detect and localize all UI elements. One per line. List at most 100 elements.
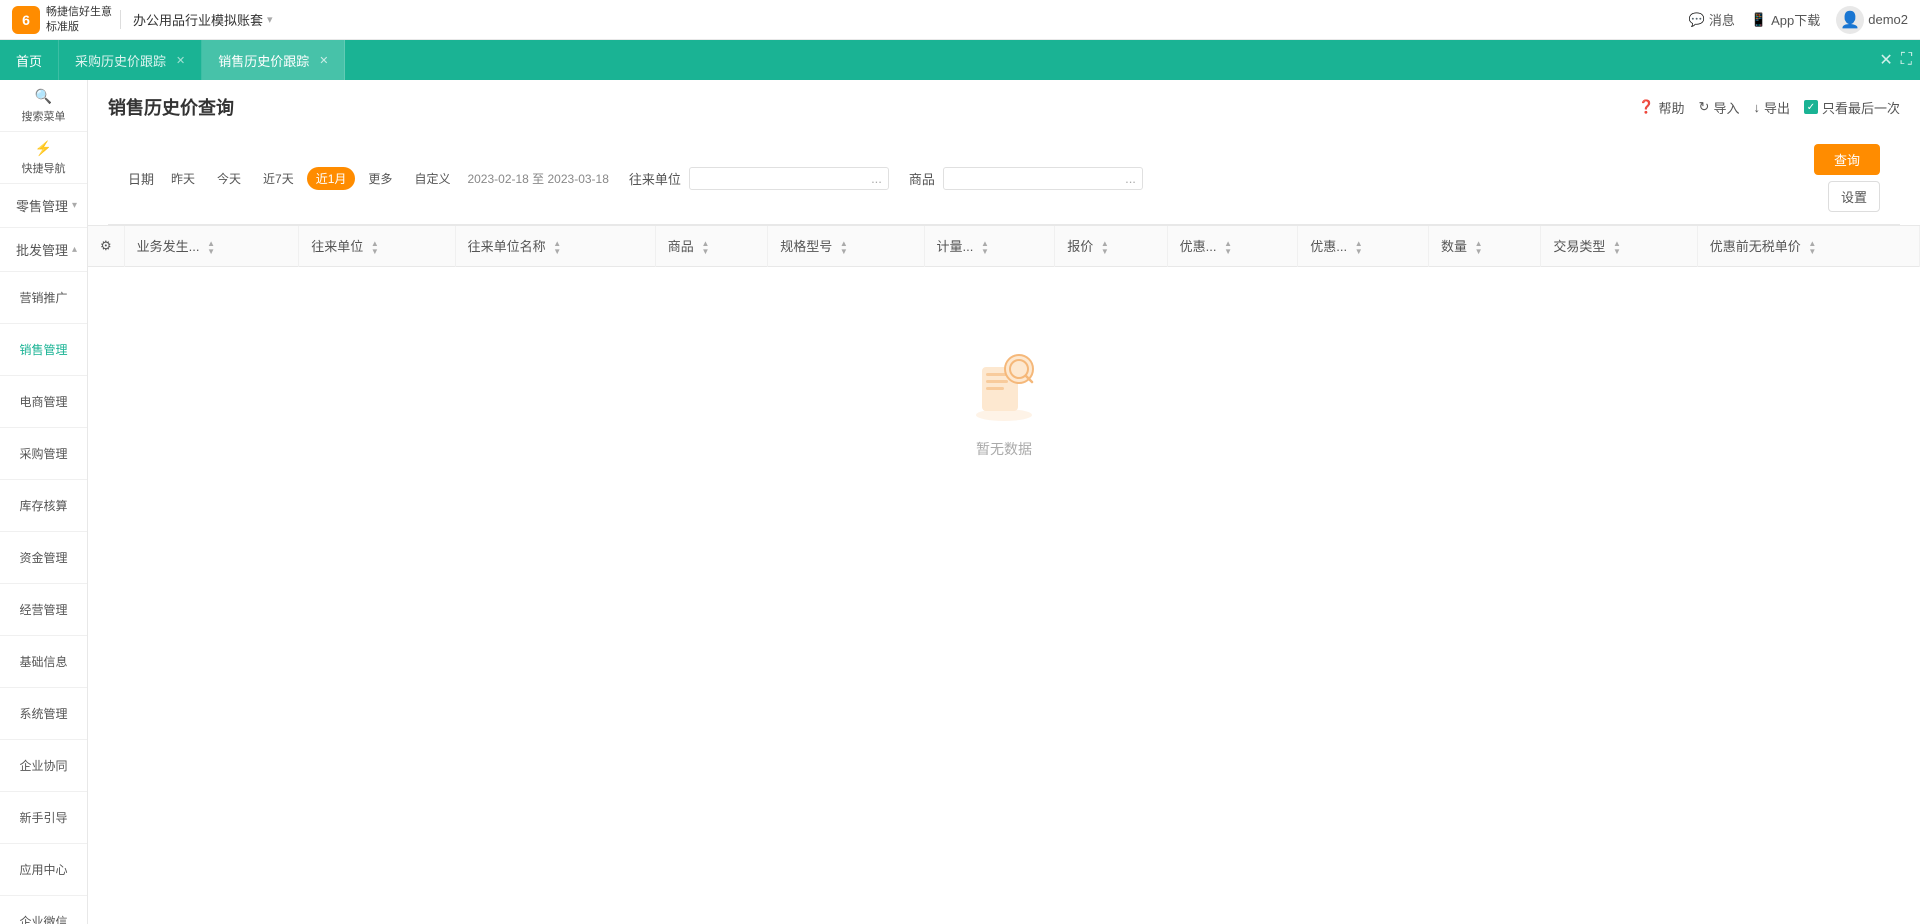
date-buttons: 昨天 今天 近7天 近1月 更多 自定义 (162, 167, 459, 190)
table-col-qty[interactable]: 数量 ▲▼ (1428, 226, 1540, 266)
table-col-gear[interactable]: ⚙ (88, 226, 124, 266)
sidebar-item-search-menu[interactable]: 🔍 搜索菜单 (0, 80, 87, 132)
export-button[interactable]: ↓ 导出 (1753, 98, 1790, 117)
date-filter-group: 日期 昨天 今天 近7天 近1月 更多 自定义 2023-02-18 至 202… (128, 167, 609, 190)
help-button[interactable]: ❓ 帮助 (1638, 98, 1684, 117)
sort-icon: ▲▼ (371, 240, 379, 256)
tabbar-actions: ✕ ⛶ (1871, 40, 1920, 80)
data-table: ⚙ 业务发生... ▲▼ 往来单位 ▲▼ 往来单位名称 ▲▼ (88, 226, 1920, 267)
table-col-discount1[interactable]: 优惠... ▲▼ (1167, 226, 1298, 266)
table-col-partner[interactable]: 往来单位 ▲▼ (299, 226, 455, 266)
query-button[interactable]: 查询 (1814, 144, 1880, 175)
sidebar-item-system[interactable]: 系统管理 (0, 688, 87, 740)
only-latest-checkbox[interactable]: ✓ 只看最后一次 (1804, 98, 1900, 117)
topbar: 6 畅捷信好生意 标准版 办公用品行业模拟账套 ▾ 💬 消息 📱 App下载 👤… (0, 0, 1920, 40)
tab-purchase-history-close[interactable]: ✕ (176, 54, 185, 67)
date-btn-more[interactable]: 更多 (359, 167, 401, 190)
table-col-quote[interactable]: 报价 ▲▼ (1055, 226, 1167, 266)
sidebar-item-base-info[interactable]: 基础信息 (0, 636, 87, 688)
page-actions: ❓ 帮助 ↻ 导入 ↓ 导出 ✓ 只看最后一次 (1638, 98, 1900, 117)
table-col-trade-type[interactable]: 交易类型 ▲▼ (1541, 226, 1697, 266)
table-col-unit[interactable]: 计量... ▲▼ (924, 226, 1055, 266)
fullscreen-button[interactable]: ⛶ (1901, 51, 1912, 69)
sidebar-item-inventory[interactable]: 库存核算 (0, 480, 87, 532)
sidebar: 🔍 搜索菜单 ⚡ 快捷导航 零售管理 ▾ 批发管理 ▴ 营销推广 销售管理 电商… (0, 80, 88, 924)
quick-nav-icon: ⚡ (35, 140, 52, 157)
sidebar-item-enterprise-wechat[interactable]: 企业微信 (0, 896, 87, 924)
table-col-discount2[interactable]: 优惠... ▲▼ (1298, 226, 1429, 266)
page-header: 销售历史价查询 ❓ 帮助 ↻ 导入 ↓ 导出 ✓ (88, 80, 1920, 226)
content-area: 销售历史价查询 ❓ 帮助 ↻ 导入 ↓ 导出 ✓ (88, 80, 1920, 924)
table-col-spec[interactable]: 规格型号 ▲▼ (768, 226, 924, 266)
sidebar-item-retail[interactable]: 零售管理 ▾ (0, 184, 87, 228)
sidebar-item-marketing[interactable]: 营销推广 (0, 272, 87, 324)
logo-icon: 6 (12, 6, 40, 34)
gear-icon: ⚙ (100, 238, 112, 253)
checkbox-icon: ✓ (1804, 100, 1818, 114)
sidebar-item-enterprise[interactable]: 企业协同 (0, 740, 87, 792)
date-btn-custom[interactable]: 自定义 (405, 167, 459, 190)
tabbar: 首页 采购历史价跟踪 ✕ 销售历史价跟踪 ✕ ✕ ⛶ (0, 40, 1920, 80)
empty-state: 暂无数据 (88, 267, 1920, 539)
chevron-up-icon: ▴ (72, 244, 77, 255)
table-col-goods[interactable]: 商品 ▲▼ (655, 226, 767, 266)
avatar: 👤 (1836, 6, 1864, 34)
sidebar-item-app-center[interactable]: 应用中心 (0, 844, 87, 896)
goods-filter-group: 商品 ... (909, 167, 1143, 190)
page-title: 销售历史价查询 (108, 94, 234, 120)
filter-bar: 日期 昨天 今天 近7天 近1月 更多 自定义 2023-02-18 至 202… (108, 134, 1900, 225)
date-btn-today[interactable]: 今天 (208, 167, 250, 190)
sort-icon: ▲▼ (1101, 240, 1109, 256)
message-button[interactable]: 💬 消息 (1689, 10, 1735, 29)
date-filter-label: 日期 (128, 169, 154, 188)
sidebar-item-sales[interactable]: 销售管理 (0, 324, 87, 376)
help-icon: ❓ (1638, 99, 1654, 115)
tab-sales-history[interactable]: 销售历史价跟踪 ✕ (202, 40, 345, 80)
action-buttons: 查询 设置 (1814, 144, 1880, 212)
table-header-row: ⚙ 业务发生... ▲▼ 往来单位 ▲▼ 往来单位名称 ▲▼ (88, 226, 1920, 266)
sort-icon: ▲▼ (840, 240, 848, 256)
table-col-pre-tax[interactable]: 优惠前无税单价 ▲▼ (1697, 226, 1919, 266)
table-col-biz-date[interactable]: 业务发生... ▲▼ (124, 226, 299, 266)
import-icon: ↻ (1699, 99, 1710, 115)
page-title-row: 销售历史价查询 ❓ 帮助 ↻ 导入 ↓ 导出 ✓ (108, 94, 1900, 120)
sort-icon: ▲▼ (207, 240, 215, 256)
main-layout: 🔍 搜索菜单 ⚡ 快捷导航 零售管理 ▾ 批发管理 ▴ 营销推广 销售管理 电商… (0, 80, 1920, 924)
empty-icon (964, 347, 1044, 427)
topbar-right: 💬 消息 📱 App下载 👤 demo2 (1689, 6, 1908, 34)
sidebar-item-new-guide[interactable]: 新手引导 (0, 792, 87, 844)
partner-input[interactable]: ... (689, 167, 889, 190)
sort-icon: ▲▼ (1613, 240, 1621, 256)
goods-input[interactable]: ... (943, 167, 1143, 190)
search-icon: 🔍 (35, 88, 52, 105)
user-menu[interactable]: 👤 demo2 (1836, 6, 1908, 34)
app-download-button[interactable]: 📱 App下载 (1751, 10, 1820, 29)
date-btn-last1month[interactable]: 近1月 (307, 167, 356, 190)
settings-button[interactable]: 设置 (1828, 181, 1880, 212)
sidebar-item-finance[interactable]: 资金管理 (0, 532, 87, 584)
goods-dots-button[interactable]: ... (1125, 171, 1136, 186)
tab-sales-history-close[interactable]: ✕ (319, 54, 328, 67)
dropdown-arrow-icon: ▾ (267, 13, 273, 26)
partner-label: 往来单位 (629, 169, 681, 188)
tab-purchase-history[interactable]: 采购历史价跟踪 ✕ (59, 40, 202, 80)
logo[interactable]: 6 畅捷信好生意 标准版 (12, 5, 112, 34)
import-button[interactable]: ↻ 导入 (1699, 98, 1740, 117)
chevron-down-icon: ▾ (72, 200, 77, 211)
sidebar-item-wholesale[interactable]: 批发管理 ▴ (0, 228, 87, 272)
date-btn-yesterday[interactable]: 昨天 (162, 167, 204, 190)
sidebar-item-ecommerce[interactable]: 电商管理 (0, 376, 87, 428)
date-range-display: 2023-02-18 至 2023-03-18 (467, 170, 608, 187)
tab-home[interactable]: 首页 (0, 40, 59, 80)
table-col-partner-name[interactable]: 往来单位名称 ▲▼ (455, 226, 655, 266)
goods-label: 商品 (909, 169, 935, 188)
logo-text: 畅捷信好生意 标准版 (46, 5, 112, 34)
date-btn-last7days[interactable]: 近7天 (254, 167, 303, 190)
sidebar-item-operations[interactable]: 经营管理 (0, 584, 87, 636)
close-tab-button[interactable]: ✕ (1879, 50, 1892, 70)
app-title[interactable]: 办公用品行业模拟账套 ▾ (120, 10, 273, 29)
sidebar-item-quick-nav[interactable]: ⚡ 快捷导航 (0, 132, 87, 184)
sort-icon: ▲▼ (1355, 240, 1363, 256)
sidebar-item-purchase[interactable]: 采购管理 (0, 428, 87, 480)
partner-dots-button[interactable]: ... (871, 171, 882, 186)
